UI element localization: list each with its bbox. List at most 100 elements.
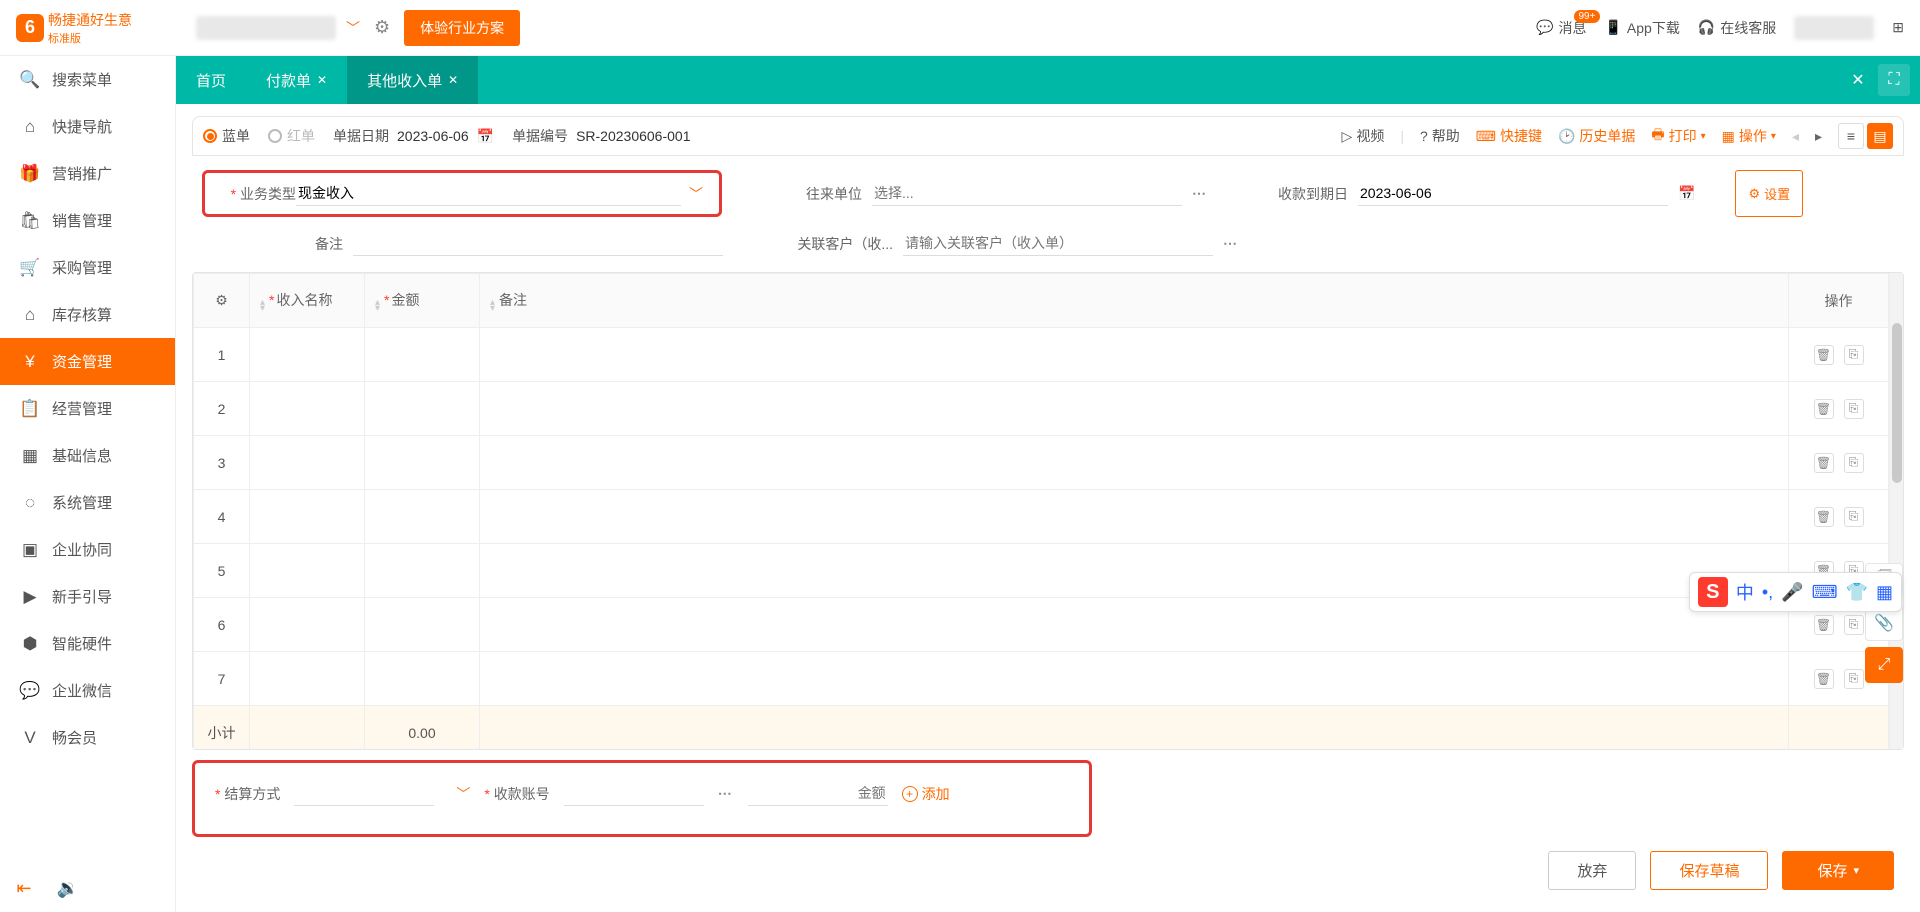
video-link[interactable]: ▷视频 xyxy=(1342,126,1385,146)
bill-date-value[interactable]: 2023-06-06 xyxy=(397,128,469,144)
delete-row-icon[interactable]: 🗑 xyxy=(1814,345,1834,365)
delete-row-icon[interactable]: 🗑 xyxy=(1814,399,1834,419)
table-row[interactable]: 5🗑⎘ xyxy=(194,544,1889,598)
online-service-link[interactable]: 🎧 在线客服 xyxy=(1698,18,1776,38)
ime-skin-icon[interactable]: 👕 xyxy=(1846,582,1868,603)
cell-amount[interactable] xyxy=(365,544,480,598)
ime-mic-icon[interactable]: 🎤 xyxy=(1781,582,1803,603)
cell-remark[interactable] xyxy=(480,598,1789,652)
close-icon[interactable]: ✕ xyxy=(448,73,458,87)
company-selector[interactable]: ﹀ xyxy=(196,16,360,40)
next-arrow-icon[interactable]: ▸ xyxy=(1815,128,1822,145)
side-tool-expand[interactable]: ⤢ xyxy=(1865,647,1903,683)
cell-remark[interactable] xyxy=(480,436,1789,490)
col-amount[interactable]: ▴▾*金额 xyxy=(365,274,480,328)
sidebar-item-10[interactable]: ▣企业协同 xyxy=(0,526,175,573)
cell-amount[interactable] xyxy=(365,382,480,436)
view-list-button[interactable]: ≡ xyxy=(1838,123,1864,149)
history-link[interactable]: 🕑历史单据 xyxy=(1558,126,1635,146)
cell-income-name[interactable] xyxy=(250,436,365,490)
cell-remark[interactable] xyxy=(480,490,1789,544)
table-row[interactable]: 4🗑⎘ xyxy=(194,490,1889,544)
sidebar-item-2[interactable]: 🎁营销推广 xyxy=(0,150,175,197)
cell-amount[interactable] xyxy=(365,436,480,490)
sidebar-item-1[interactable]: ⌂快捷导航 xyxy=(0,103,175,150)
gear-icon[interactable]: ⚙ xyxy=(374,17,390,38)
table-row[interactable]: 3🗑⎘ xyxy=(194,436,1889,490)
cell-income-name[interactable] xyxy=(250,328,365,382)
table-row[interactable]: 2🗑⎘ xyxy=(194,382,1889,436)
operate-link[interactable]: ▦操作▾ xyxy=(1722,126,1776,146)
more-icon[interactable]: ⋯ xyxy=(1192,185,1208,202)
sidebar-item-8[interactable]: ▦基础信息 xyxy=(0,432,175,479)
sidebar-item-4[interactable]: 🛒采购管理 xyxy=(0,244,175,291)
sidebar-item-5[interactable]: ⌂库存核算 xyxy=(0,291,175,338)
sidebar-collapse-button[interactable]: ⇤ xyxy=(10,874,38,902)
save-button[interactable]: 保存 ▾ xyxy=(1782,851,1894,890)
ime-punct-icon[interactable]: •, xyxy=(1762,582,1773,603)
settle-method-input[interactable] xyxy=(294,781,434,806)
sidebar-item-13[interactable]: 💬企业微信 xyxy=(0,667,175,714)
delete-row-icon[interactable]: 🗑 xyxy=(1814,669,1834,689)
ime-keyboard-icon[interactable]: ⌨ xyxy=(1812,582,1838,603)
business-type-input[interactable] xyxy=(296,181,681,206)
chevron-down-icon[interactable]: ﹀ xyxy=(456,784,470,804)
tab-1[interactable]: 付款单✕ xyxy=(246,56,347,104)
blue-bill-radio[interactable]: 蓝单 xyxy=(203,126,250,146)
settle-amount-input[interactable] xyxy=(748,781,888,806)
cell-remark[interactable] xyxy=(480,328,1789,382)
copy-row-icon[interactable]: ⎘ xyxy=(1844,453,1864,473)
sidebar-sound-button[interactable]: 🔉 xyxy=(54,874,82,902)
settle-account-input[interactable] xyxy=(564,781,704,806)
tab-close-all-button[interactable]: ✕ xyxy=(1842,64,1874,96)
shortcut-link[interactable]: ⌨快捷键 xyxy=(1476,126,1542,146)
sidebar-item-6[interactable]: ¥资金管理 xyxy=(0,338,175,385)
cell-remark[interactable] xyxy=(480,544,1789,598)
due-date-input[interactable] xyxy=(1358,181,1668,206)
cell-amount[interactable] xyxy=(365,652,480,706)
remark-input[interactable] xyxy=(353,231,723,256)
cell-income-name[interactable] xyxy=(250,382,365,436)
sidebar-item-3[interactable]: 🛍销售管理 xyxy=(0,197,175,244)
ime-lang[interactable]: 中 xyxy=(1736,579,1754,605)
close-icon[interactable]: ✕ xyxy=(317,73,327,87)
cell-amount[interactable] xyxy=(365,598,480,652)
add-settlement-button[interactable]: + 添加 xyxy=(902,784,950,804)
more-icon[interactable]: ⋯ xyxy=(718,785,734,802)
col-income-name[interactable]: ▴▾*收入名称 xyxy=(250,274,365,328)
delete-row-icon[interactable]: 🗑 xyxy=(1814,453,1834,473)
print-link[interactable]: 🖶打印▾ xyxy=(1651,124,1705,148)
copy-row-icon[interactable]: ⎘ xyxy=(1844,615,1864,635)
sidebar-item-14[interactable]: V畅会员 xyxy=(0,714,175,761)
cell-income-name[interactable] xyxy=(250,544,365,598)
prev-arrow-icon[interactable]: ◂ xyxy=(1792,128,1799,145)
app-download-link[interactable]: 📱 App下载 xyxy=(1604,18,1679,38)
col-settings[interactable]: ⚙ xyxy=(194,274,250,328)
copy-row-icon[interactable]: ⎘ xyxy=(1844,507,1864,527)
sidebar-item-9[interactable]: ◌系统管理 xyxy=(0,479,175,526)
discard-button[interactable]: 放弃 xyxy=(1548,851,1636,890)
tab-2[interactable]: 其他收入单✕ xyxy=(347,56,478,104)
delete-row-icon[interactable]: 🗑 xyxy=(1814,507,1834,527)
link-customer-input[interactable] xyxy=(903,231,1213,256)
copy-row-icon[interactable]: ⎘ xyxy=(1844,669,1864,689)
chevron-down-icon[interactable]: ﹀ xyxy=(689,184,703,204)
sidebar-item-11[interactable]: ▶新手引导 xyxy=(0,573,175,620)
help-link[interactable]: ?帮助 xyxy=(1420,126,1460,146)
sidebar-item-0[interactable]: 🔍搜索菜单 xyxy=(0,56,175,103)
tab-fullscreen-button[interactable]: ⛶ xyxy=(1878,64,1910,96)
more-icon[interactable]: ⋯ xyxy=(1223,235,1239,252)
table-row[interactable]: 7🗑⎘ xyxy=(194,652,1889,706)
ime-tools-icon[interactable]: ▦ xyxy=(1876,582,1893,603)
calendar-icon[interactable]: 📅 xyxy=(1678,185,1695,202)
ime-toolbar[interactable]: S 中 •, 🎤 ⌨ 👕 ▦ xyxy=(1689,572,1902,612)
cell-amount[interactable] xyxy=(365,490,480,544)
trial-button[interactable]: 体验行业方案 xyxy=(404,10,520,46)
red-bill-radio[interactable]: 红单 xyxy=(268,126,315,146)
cell-income-name[interactable] xyxy=(250,490,365,544)
copy-row-icon[interactable]: ⎘ xyxy=(1844,345,1864,365)
col-remark[interactable]: ▴▾备注 xyxy=(480,274,1789,328)
sidebar-item-7[interactable]: 📋经营管理 xyxy=(0,385,175,432)
settings-button[interactable]: ⚙ 设置 xyxy=(1735,170,1803,217)
cell-income-name[interactable] xyxy=(250,652,365,706)
